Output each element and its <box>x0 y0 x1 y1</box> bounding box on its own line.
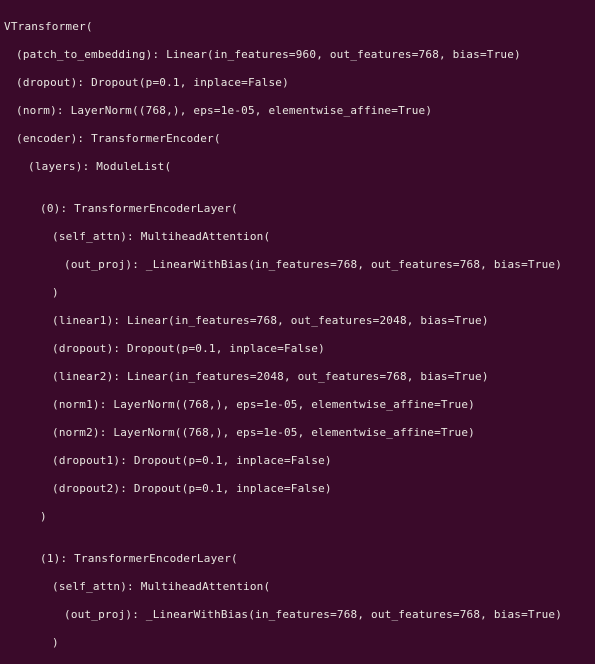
root-module-name: VTransformer <box>4 20 86 33</box>
patch-embedding-line: (patch_to_embedding): Linear(in_features… <box>4 48 591 62</box>
layer-0-selfattn-close: ) <box>4 286 591 300</box>
layer-0-outproj: (out_proj): _LinearWithBias(in_features=… <box>4 258 591 272</box>
layer-0-selfattn: (self_attn): MultiheadAttention( <box>4 230 591 244</box>
layer-0-linear1: (linear1): Linear(in_features=768, out_f… <box>4 314 591 328</box>
layer-1-outproj: (out_proj): _LinearWithBias(in_features=… <box>4 608 591 622</box>
encoder-open-line: (encoder): TransformerEncoder( <box>4 132 591 146</box>
root-module-line: VTransformer( <box>4 20 591 34</box>
layer-0-linear2: (linear2): Linear(in_features=2048, out_… <box>4 370 591 384</box>
dropout-line: (dropout): Dropout(p=0.1, inplace=False) <box>4 76 591 90</box>
layer-1-selfattn-close: ) <box>4 636 591 650</box>
layers-open-line: (layers): ModuleList( <box>4 160 591 174</box>
layer-0-dropout2: (dropout2): Dropout(p=0.1, inplace=False… <box>4 482 591 496</box>
layer-0-norm2: (norm2): LayerNorm((768,), eps=1e-05, el… <box>4 426 591 440</box>
norm-line: (norm): LayerNorm((768,), eps=1e-05, ele… <box>4 104 591 118</box>
layer-1-open: (1): TransformerEncoderLayer( <box>4 552 591 566</box>
layer-1-selfattn: (self_attn): MultiheadAttention( <box>4 580 591 594</box>
layer-0-norm1: (norm1): LayerNorm((768,), eps=1e-05, el… <box>4 398 591 412</box>
terminal-output[interactable]: VTransformer( (patch_to_embedding): Line… <box>0 0 595 664</box>
layer-0-close: ) <box>4 510 591 524</box>
layer-0-dropout: (dropout): Dropout(p=0.1, inplace=False) <box>4 342 591 356</box>
layer-0-dropout1: (dropout1): Dropout(p=0.1, inplace=False… <box>4 454 591 468</box>
layer-0-open: (0): TransformerEncoderLayer( <box>4 202 591 216</box>
